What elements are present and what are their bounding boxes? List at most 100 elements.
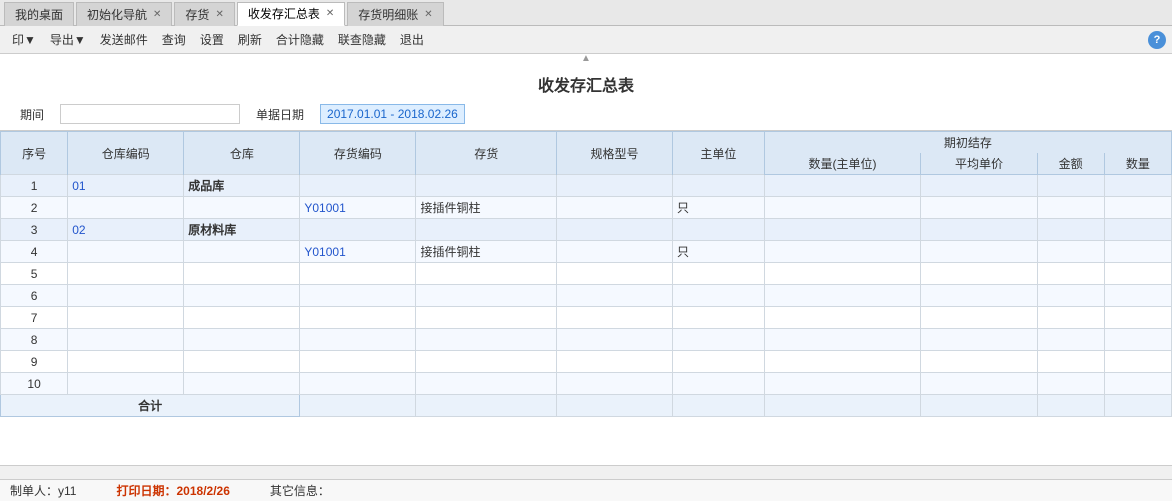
cell-spec bbox=[556, 175, 672, 197]
cell-warehouse bbox=[184, 285, 300, 307]
total-unit bbox=[673, 395, 765, 417]
cell-avg-price bbox=[921, 175, 1037, 197]
cell-avg-price bbox=[921, 351, 1037, 373]
cell-avg-price bbox=[921, 373, 1037, 395]
merge-hide-button[interactable]: 合计隐藏 bbox=[270, 29, 330, 50]
link-hide-button[interactable]: 联查隐藏 bbox=[332, 29, 392, 50]
settings-button[interactable]: 设置 bbox=[194, 29, 230, 50]
table-row: 9 bbox=[1, 351, 1172, 373]
tab-save[interactable]: 存货 ✕ bbox=[174, 2, 234, 26]
toolbar: 印▼ 导出▼ 发送邮件 查询 设置 刷新 合计隐藏 联查隐藏 退出 ? bbox=[0, 26, 1172, 54]
cell-qty bbox=[1104, 307, 1171, 329]
export-button[interactable]: 导出▼ bbox=[44, 29, 92, 50]
cell-unit bbox=[673, 219, 765, 241]
cell-num: 10 bbox=[1, 373, 68, 395]
col-inv-name: 存货 bbox=[416, 132, 557, 175]
tab-home[interactable]: 我的桌面 bbox=[4, 2, 74, 26]
cell-inv-name bbox=[416, 307, 557, 329]
total-qty bbox=[1104, 395, 1171, 417]
cell-warehouse: 成品库 bbox=[184, 175, 300, 197]
total-amount bbox=[1037, 395, 1104, 417]
cell-qty-main bbox=[764, 263, 921, 285]
cell-warehouse bbox=[184, 241, 300, 263]
horizontal-scrollbar[interactable] bbox=[0, 465, 1172, 479]
cell-qty bbox=[1104, 197, 1171, 219]
table-row: 1 01 成品库 bbox=[1, 175, 1172, 197]
col-avg-price: 平均单价 bbox=[921, 153, 1037, 175]
col-inv-code: 存货编码 bbox=[300, 132, 416, 175]
cell-warehouse-code bbox=[68, 307, 184, 329]
cell-inv-name bbox=[416, 175, 557, 197]
cell-avg-price bbox=[921, 263, 1037, 285]
tabs-bar: 我的桌面 初始化导航 ✕ 存货 ✕ 收发存汇总表 ✕ 存货明细账 ✕ bbox=[0, 0, 1172, 26]
tab-init-close[interactable]: ✕ bbox=[153, 9, 161, 20]
refresh-button[interactable]: 刷新 bbox=[232, 29, 268, 50]
exit-button[interactable]: 退出 bbox=[394, 29, 430, 50]
cell-inv-code bbox=[300, 329, 416, 351]
cell-amount bbox=[1037, 373, 1104, 395]
cell-qty-main bbox=[764, 329, 921, 351]
print-date-label: 打印日期： bbox=[116, 484, 176, 498]
col-warehouse: 仓库 bbox=[184, 132, 300, 175]
table-header-top: 序号 仓库编码 仓库 存货编码 存货 规格型号 主单位 期初结存 bbox=[1, 132, 1172, 154]
cell-inv-name: 接插件铜柱 bbox=[416, 197, 557, 219]
table-body: 1 01 成品库 2 Y01001 bbox=[1, 175, 1172, 417]
cell-inv-code: Y01001 bbox=[300, 241, 416, 263]
cell-qty bbox=[1104, 175, 1171, 197]
cell-unit: 只 bbox=[673, 241, 765, 263]
cell-amount bbox=[1037, 285, 1104, 307]
total-spec bbox=[556, 395, 672, 417]
cell-warehouse-code bbox=[68, 197, 184, 219]
cell-num: 1 bbox=[1, 175, 68, 197]
email-button[interactable]: 发送邮件 bbox=[94, 29, 154, 50]
date-range-value: 2017.01.01 - 2018.02.26 bbox=[320, 104, 465, 124]
table-row: 6 bbox=[1, 285, 1172, 307]
cell-qty bbox=[1104, 285, 1171, 307]
data-table: 序号 仓库编码 仓库 存货编码 存货 规格型号 主单位 期初结存 数量(主单位)… bbox=[0, 131, 1172, 417]
cell-warehouse bbox=[184, 351, 300, 373]
cell-inv-name bbox=[416, 263, 557, 285]
cell-qty-main bbox=[764, 351, 921, 373]
period-input[interactable] bbox=[60, 104, 240, 124]
total-avg-price bbox=[921, 395, 1037, 417]
cell-warehouse bbox=[184, 329, 300, 351]
tab-detail[interactable]: 存货明细账 ✕ bbox=[347, 2, 443, 26]
cell-spec bbox=[556, 241, 672, 263]
cell-qty bbox=[1104, 351, 1171, 373]
col-amount: 金额 bbox=[1037, 153, 1104, 175]
tab-home-label: 我的桌面 bbox=[15, 6, 63, 23]
cell-warehouse-code bbox=[68, 285, 184, 307]
cell-spec bbox=[556, 307, 672, 329]
cell-amount bbox=[1037, 329, 1104, 351]
cell-inv-code bbox=[300, 219, 416, 241]
cell-warehouse-code bbox=[68, 329, 184, 351]
total-label: 合计 bbox=[1, 395, 300, 417]
cell-unit bbox=[673, 175, 765, 197]
page-title: 收发存汇总表 bbox=[0, 64, 1172, 102]
tab-detail-label: 存货明细账 bbox=[358, 6, 418, 23]
scroll-hint: ▲ bbox=[0, 54, 1172, 64]
tab-summary[interactable]: 收发存汇总表 ✕ bbox=[237, 2, 345, 26]
date-label: 单据日期 bbox=[256, 106, 304, 123]
cell-spec bbox=[556, 351, 672, 373]
cell-qty bbox=[1104, 263, 1171, 285]
cell-num: 4 bbox=[1, 241, 68, 263]
tab-init[interactable]: 初始化导航 ✕ bbox=[76, 2, 172, 26]
cell-spec bbox=[556, 329, 672, 351]
help-icon[interactable]: ? bbox=[1148, 31, 1166, 49]
tab-summary-label: 收发存汇总表 bbox=[248, 5, 320, 22]
print-button[interactable]: 印▼ bbox=[6, 29, 42, 50]
tab-save-label: 存货 bbox=[185, 6, 209, 23]
cell-warehouse-code bbox=[68, 263, 184, 285]
tab-summary-close[interactable]: ✕ bbox=[326, 8, 334, 19]
table-wrapper[interactable]: 序号 仓库编码 仓库 存货编码 存货 规格型号 主单位 期初结存 数量(主单位)… bbox=[0, 130, 1172, 465]
cell-num: 5 bbox=[1, 263, 68, 285]
cell-qty-main bbox=[764, 285, 921, 307]
tab-detail-close[interactable]: ✕ bbox=[424, 9, 432, 20]
cell-unit bbox=[673, 351, 765, 373]
cell-avg-price bbox=[921, 285, 1037, 307]
cell-qty bbox=[1104, 241, 1171, 263]
cell-inv-code bbox=[300, 285, 416, 307]
tab-save-close[interactable]: ✕ bbox=[215, 9, 223, 20]
query-button[interactable]: 查询 bbox=[156, 29, 192, 50]
